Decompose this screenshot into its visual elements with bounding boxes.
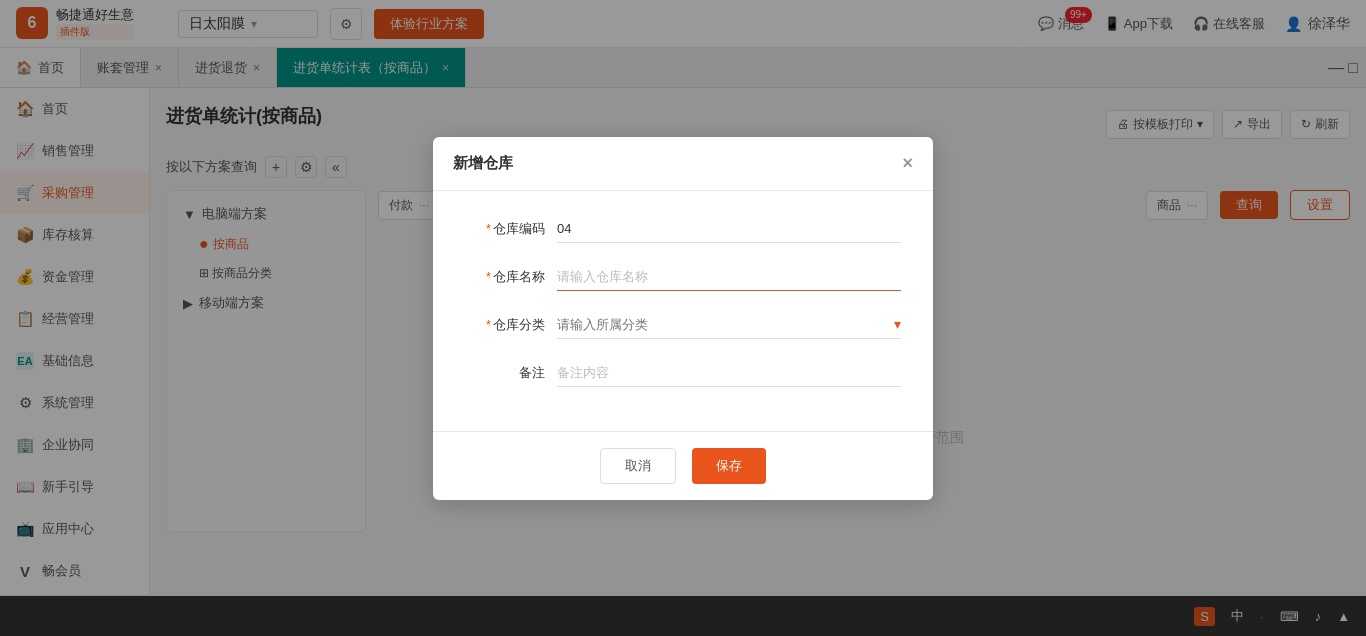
warehouse-code-row: 仓库编码 [465,215,901,243]
modal-title: 新增仓库 [453,154,513,173]
warehouse-modal: 新增仓库 × 仓库编码 仓库名称 仓库分类 ▾ [433,137,933,500]
category-dropdown-arrow: ▾ [894,316,901,332]
remark-row: 备注 [465,359,901,387]
warehouse-code-label: 仓库编码 [465,220,545,238]
remark-label: 备注 [465,364,545,382]
warehouse-category-select[interactable]: ▾ [557,311,901,339]
cancel-button[interactable]: 取消 [600,448,676,484]
save-button[interactable]: 保存 [692,448,766,484]
warehouse-category-input[interactable] [557,311,901,338]
modal-body: 仓库编码 仓库名称 仓库分类 ▾ 备注 [433,191,933,431]
remark-input[interactable] [557,359,901,387]
modal-close-button[interactable]: × [902,153,913,174]
warehouse-name-row: 仓库名称 [465,263,901,291]
modal-overlay[interactable]: 新增仓库 × 仓库编码 仓库名称 仓库分类 ▾ [0,0,1366,636]
warehouse-category-label: 仓库分类 [465,316,545,334]
warehouse-code-input[interactable] [557,215,901,243]
warehouse-category-row: 仓库分类 ▾ [465,311,901,339]
modal-header: 新增仓库 × [433,137,933,191]
warehouse-name-input[interactable] [557,263,901,291]
warehouse-name-label: 仓库名称 [465,268,545,286]
modal-footer: 取消 保存 [433,431,933,500]
